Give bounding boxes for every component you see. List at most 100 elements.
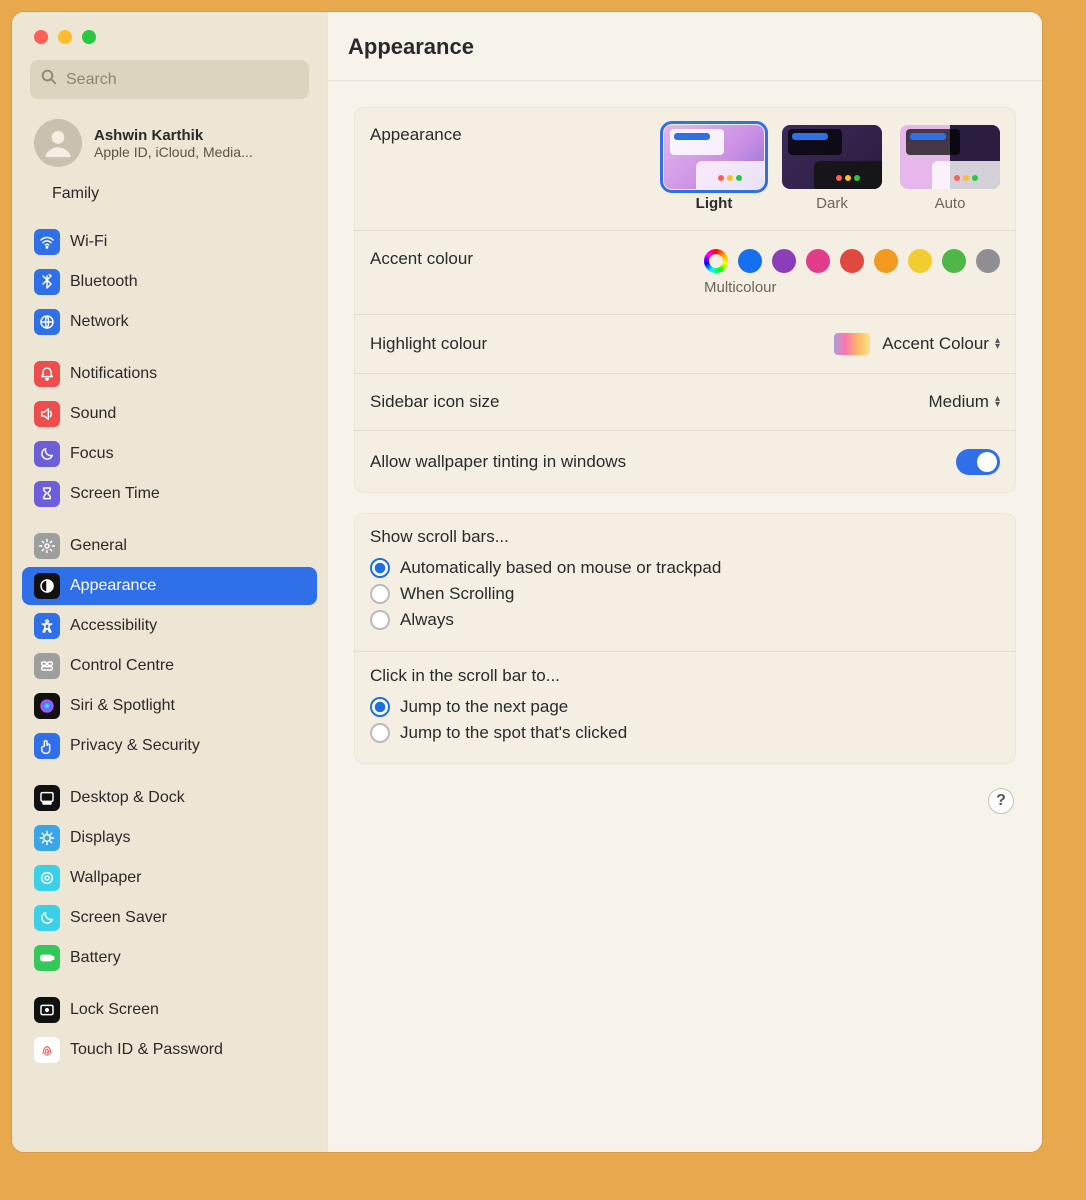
theme-label: Light: [696, 195, 733, 212]
sidebar-item-label: Siri & Spotlight: [70, 697, 175, 715]
scrollclick-title: Click in the scroll bar to...: [370, 666, 1000, 686]
theme-option-dark[interactable]: Dark: [782, 125, 882, 212]
sidebar-item-label: Notifications: [70, 365, 157, 383]
accent-colour[interactable]: [942, 249, 966, 273]
sidebar-item-sound[interactable]: Sound: [22, 395, 317, 433]
sidebar-item-wallpaper[interactable]: Wallpaper: [22, 859, 317, 897]
scrollbars-title: Show scroll bars...: [370, 527, 1000, 547]
accent-colour[interactable]: [738, 249, 762, 273]
search-field[interactable]: [30, 60, 309, 99]
sidebar-item-label: Touch ID & Password: [70, 1041, 223, 1059]
sidebar-item-siri-spotlight[interactable]: Siri & Spotlight: [22, 687, 317, 725]
sidebar-item-touch-id-password[interactable]: Touch ID & Password: [22, 1031, 317, 1069]
radio-icon: [370, 610, 390, 630]
sidebar-item-label: Desktop & Dock: [70, 789, 185, 807]
accent-colour[interactable]: [976, 249, 1000, 273]
settings-window: Ashwin Karthik Apple ID, iCloud, Media..…: [12, 12, 1042, 1152]
sidebar-item-label: Accessibility: [70, 617, 157, 635]
scrollbars-label: Always: [400, 610, 454, 630]
appearance-label: Appearance: [370, 125, 462, 145]
sidebar-item-label: Bluetooth: [70, 273, 138, 291]
sidebar-item-label: Sound: [70, 405, 116, 423]
sidebar-item-bluetooth[interactable]: Bluetooth: [22, 263, 317, 301]
sidebar-item-screen-time[interactable]: Screen Time: [22, 475, 317, 513]
touchid-icon: [34, 1037, 60, 1063]
sidebar-item-desktop-dock[interactable]: Desktop & Dock: [22, 779, 317, 817]
access-icon: [34, 613, 60, 639]
gear-icon: [34, 533, 60, 559]
sidebar-item-label: Wi-Fi: [70, 233, 107, 251]
cc-icon: [34, 653, 60, 679]
saver-icon: [34, 905, 60, 931]
siri-icon: [34, 693, 60, 719]
theme-label: Dark: [816, 195, 848, 212]
window-controls: [12, 26, 327, 60]
sidebar-item-label: Appearance: [70, 577, 156, 595]
accent-colour[interactable]: [908, 249, 932, 273]
scrollbars-option[interactable]: Automatically based on mouse or trackpad: [370, 555, 1000, 581]
sidebar-item-label: Lock Screen: [70, 1001, 159, 1019]
scrollclick-label: Jump to the spot that's clicked: [400, 723, 627, 743]
sidebar-item-control-centre[interactable]: Control Centre: [22, 647, 317, 685]
hourglass-icon: [34, 481, 60, 507]
tinting-toggle[interactable]: [956, 449, 1000, 475]
theme-thumb: [900, 125, 1000, 189]
wallpaper-icon: [34, 865, 60, 891]
radio-icon: [370, 697, 390, 717]
accent-colour[interactable]: [874, 249, 898, 273]
sidebar-item-label: Privacy & Security: [70, 737, 200, 755]
sidebar-item-general[interactable]: General: [22, 527, 317, 565]
search-icon: [40, 68, 58, 91]
scrollbars-label: Automatically based on mouse or trackpad: [400, 558, 721, 578]
chevron-updown-icon: ▴▾: [995, 396, 1000, 408]
sidebar-item-label: Screen Saver: [70, 909, 167, 927]
sidebar-item-focus[interactable]: Focus: [22, 435, 317, 473]
sidebar-item-displays[interactable]: Displays: [22, 819, 317, 857]
sidebar-item-label: Displays: [70, 829, 130, 847]
scrollclick-option[interactable]: Jump to the next page: [370, 694, 1000, 720]
sidebar-size-value: Medium: [929, 392, 989, 412]
sidebar-item-battery[interactable]: Battery: [22, 939, 317, 977]
sidebar-item-privacy-security[interactable]: Privacy & Security: [22, 727, 317, 765]
close-button[interactable]: [34, 30, 48, 44]
globe-icon: [34, 309, 60, 335]
scrollbars-option[interactable]: When Scrolling: [370, 581, 1000, 607]
sidebar-account[interactable]: Ashwin Karthik Apple ID, iCloud, Media..…: [12, 111, 327, 175]
scroll-card: Show scroll bars... Automatically based …: [354, 513, 1016, 764]
bt-icon: [34, 269, 60, 295]
battery-icon: [34, 945, 60, 971]
accent-colour[interactable]: [806, 249, 830, 273]
sidebar-item-wi-fi[interactable]: Wi-Fi: [22, 223, 317, 261]
moon-icon: [34, 441, 60, 467]
theme-option-auto[interactable]: Auto: [900, 125, 1000, 212]
scrollclick-option[interactable]: Jump to the spot that's clicked: [370, 720, 1000, 746]
sidebar-item-appearance[interactable]: Appearance: [22, 567, 317, 605]
wifi-icon: [34, 229, 60, 255]
radio-icon: [370, 723, 390, 743]
sidebar-family[interactable]: Family: [12, 175, 327, 217]
sidebar-item-screen-saver[interactable]: Screen Saver: [22, 899, 317, 937]
sidebar-item-notifications[interactable]: Notifications: [22, 355, 317, 393]
lock-icon: [34, 997, 60, 1023]
sidebar-size-select[interactable]: Medium ▴▾: [929, 392, 1001, 412]
help-button[interactable]: ?: [988, 788, 1014, 814]
radio-icon: [370, 558, 390, 578]
search-input[interactable]: [66, 71, 299, 89]
scrollbars-label: When Scrolling: [400, 584, 514, 604]
sidebar-item-label: Control Centre: [70, 657, 174, 675]
accent-multicolour[interactable]: [704, 249, 728, 273]
highlight-label: Highlight colour: [370, 334, 487, 354]
sidebar-item-label: Screen Time: [70, 485, 160, 503]
zoom-button[interactable]: [82, 30, 96, 44]
sidebar-item-accessibility[interactable]: Accessibility: [22, 607, 317, 645]
minimize-button[interactable]: [58, 30, 72, 44]
sidebar-item-lock-screen[interactable]: Lock Screen: [22, 991, 317, 1029]
scrollbars-option[interactable]: Always: [370, 607, 1000, 633]
accent-colour[interactable]: [840, 249, 864, 273]
page-title: Appearance: [328, 12, 1042, 81]
sound-icon: [34, 401, 60, 427]
highlight-select[interactable]: Accent Colour ▴▾: [834, 333, 1000, 355]
sidebar-item-network[interactable]: Network: [22, 303, 317, 341]
accent-colour[interactable]: [772, 249, 796, 273]
theme-option-light[interactable]: Light: [664, 125, 764, 212]
